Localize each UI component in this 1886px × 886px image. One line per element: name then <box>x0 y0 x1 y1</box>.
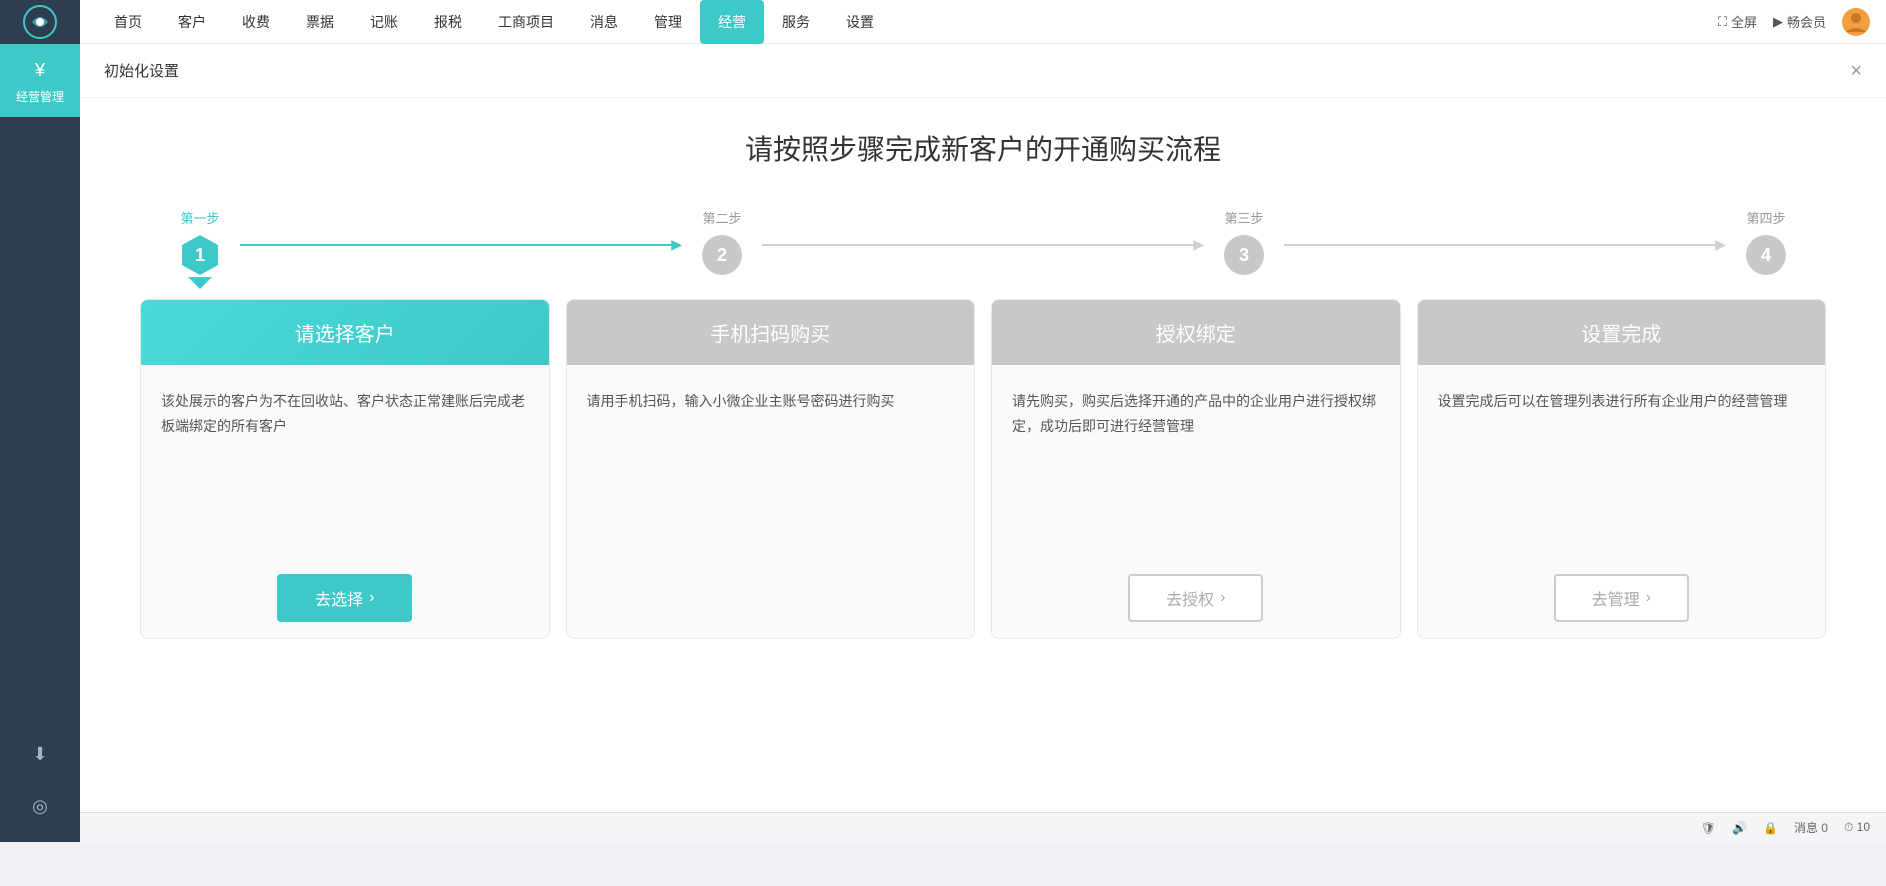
sidebar-logo <box>0 0 80 44</box>
card-4-body: 设置完成后可以在管理列表进行所有企业用户的经营管理 <box>1418 365 1826 558</box>
connector-line-1 <box>240 244 673 246</box>
nav-invoice[interactable]: 票据 <box>288 0 352 44</box>
sidebar-item-management[interactable]: ¥ 经营管理 <box>0 44 80 117</box>
step-1-pointer <box>188 277 212 289</box>
download-icon: ⬇ <box>26 740 54 768</box>
cards-row: 请选择客户 该处展示的客户为不在回收站、客户状态正常建账后完成老板端绑定的所有客… <box>140 299 1826 639</box>
card-3-body: 请先购买，购买后选择开通的产品中的企业用户进行授权绑定，成功后即可进行经营管理 <box>992 365 1400 558</box>
connector-3: ▶ <box>1284 236 1726 253</box>
card-1-header: 请选择客户 <box>141 300 549 365</box>
card-4-header: 设置完成 <box>1418 300 1826 365</box>
card-2-body: 请用手机扫码，输入小微企业主账号密码进行购买 <box>567 365 975 606</box>
nav-accounting[interactable]: 记账 <box>352 0 416 44</box>
timer: ⏱ 10 <box>1844 820 1870 835</box>
card-2-header: 手机扫码购买 <box>567 300 975 365</box>
connector-2: ▶ <box>762 236 1204 253</box>
card-1: 请选择客户 该处展示的客户为不在回收站、客户状态正常建账后完成老板端绑定的所有客… <box>140 299 550 639</box>
member-label: 畅会员 <box>1787 12 1826 31</box>
fullscreen-button[interactable]: ⛶ 全屏 <box>1718 12 1757 31</box>
card-3-footer: 去授权 › <box>992 558 1400 638</box>
nav-billing[interactable]: 收费 <box>224 0 288 44</box>
step-1: 第一步 1 <box>160 208 240 289</box>
yuan-icon: ¥ <box>26 56 54 84</box>
sidebar: ¥ 经营管理 ⬇ ◎ <box>0 0 80 842</box>
panel-header: 初始化设置 × <box>80 44 1886 98</box>
lock-icon: 🔒 <box>1763 821 1778 835</box>
step-1-circle: 1 <box>180 235 220 275</box>
nav-right: ⛶ 全屏 ▶ 畅会员 <box>1718 8 1870 36</box>
card-4-button[interactable]: 去管理 › <box>1554 574 1689 622</box>
connector-line-2 <box>762 244 1195 246</box>
card-3-btn-label: 去授权 <box>1166 586 1214 610</box>
fullscreen-icon: ⛶ <box>1718 14 1727 30</box>
sidebar-item-label: 经营管理 <box>16 88 64 105</box>
top-nav: 首页 客户 收费 票据 记账 报税 工商项目 消息 管理 经营 服务 设置 ⛶ … <box>80 0 1886 44</box>
card-4-btn-arrow: › <box>1646 589 1651 607</box>
sidebar-item-download[interactable]: ⬇ <box>0 728 80 780</box>
card-3-btn-arrow: › <box>1220 589 1225 607</box>
nav-operation[interactable]: 经营 <box>700 0 764 44</box>
volume-icon: 🔊 <box>1732 821 1747 835</box>
step-2-circle: 2 <box>702 235 742 275</box>
nav-message[interactable]: 消息 <box>572 0 636 44</box>
card-4-btn-label: 去管理 <box>1592 586 1640 610</box>
nav-customer[interactable]: 客户 <box>160 0 224 44</box>
nav-tax[interactable]: 报税 <box>416 0 480 44</box>
step-3: 第三步 3 <box>1204 208 1284 275</box>
member-button[interactable]: ▶ 畅会员 <box>1773 12 1826 31</box>
wizard-title: 请按照步骤完成新客户的开通购买流程 <box>140 128 1826 168</box>
card-1-button[interactable]: 去选择 › <box>277 574 412 622</box>
connector-line-3 <box>1284 244 1717 246</box>
message-count: 消息 0 <box>1794 819 1828 836</box>
fullscreen-label: 全屏 <box>1731 12 1757 31</box>
step-2: 第二步 2 <box>682 208 762 275</box>
wizard-area: 请按照步骤完成新客户的开通购买流程 第一步 1 ▶ 第二步 2 <box>80 98 1886 669</box>
card-1-body: 该处展示的客户为不在回收站、客户状态正常建账后完成老板端绑定的所有客户 <box>141 365 549 558</box>
card-1-footer: 去选择 › <box>141 558 549 638</box>
sidebar-bottom: ⬇ ◎ <box>0 728 80 842</box>
nav-home[interactable]: 首页 <box>96 0 160 44</box>
card-4-footer: 去管理 › <box>1418 558 1826 638</box>
play-icon: ▶ <box>1773 14 1783 30</box>
card-3-header: 授权绑定 <box>992 300 1400 365</box>
arrow-1: ▶ <box>671 236 682 253</box>
card-1-btn-label: 去选择 <box>315 586 363 610</box>
step-3-label: 第三步 <box>1224 208 1263 227</box>
avatar[interactable] <box>1842 8 1870 36</box>
card-3-button[interactable]: 去授权 › <box>1128 574 1263 622</box>
bottom-right: 🛡 🔊 🔒 消息 0 ⏱ 10 <box>1701 819 1870 836</box>
step-4-label: 第四步 <box>1746 208 1785 227</box>
step-4-circle: 4 <box>1746 235 1786 275</box>
card-2: 手机扫码购买 请用手机扫码，输入小微企业主账号密码进行购买 <box>566 299 976 639</box>
main-area: 初始化设置 × 请按照步骤完成新客户的开通购买流程 第一步 1 ▶ <box>80 44 1886 812</box>
nav-settings[interactable]: 设置 <box>828 0 892 44</box>
nav-manage[interactable]: 管理 <box>636 0 700 44</box>
arrow-3: ▶ <box>1715 236 1726 253</box>
steps-wrapper: 第一步 1 ▶ 第二步 2 ▶ <box>140 208 1826 289</box>
step-3-circle: 3 <box>1224 235 1264 275</box>
step-1-label: 第一步 <box>180 208 219 227</box>
arrow-2: ▶ <box>1193 236 1204 253</box>
page-title: 初始化设置 <box>104 60 179 81</box>
close-button[interactable]: × <box>1850 61 1862 81</box>
nav-service[interactable]: 服务 <box>764 0 828 44</box>
nav-commerce[interactable]: 工商项目 <box>480 0 572 44</box>
card-1-btn-arrow: › <box>369 589 374 607</box>
step-2-label: 第二步 <box>702 208 741 227</box>
step-4: 第四步 4 <box>1726 208 1806 275</box>
support-icon: ◎ <box>26 792 54 820</box>
bottom-bar: ▶ 完成 🛡 🔊 🔒 消息 0 ⏱ 10 <box>0 812 1886 842</box>
card-4: 设置完成 设置完成后可以在管理列表进行所有企业用户的经营管理 去管理 › <box>1417 299 1827 639</box>
connector-1: ▶ <box>240 236 682 253</box>
sidebar-item-support[interactable]: ◎ <box>0 780 80 832</box>
shield-icon: 🛡 <box>1701 821 1716 835</box>
content-panel: 初始化设置 × 请按照步骤完成新客户的开通购买流程 第一步 1 ▶ <box>80 44 1886 812</box>
card-3: 授权绑定 请先购买，购买后选择开通的产品中的企业用户进行授权绑定，成功后即可进行… <box>991 299 1401 639</box>
card-2-footer <box>567 606 975 638</box>
